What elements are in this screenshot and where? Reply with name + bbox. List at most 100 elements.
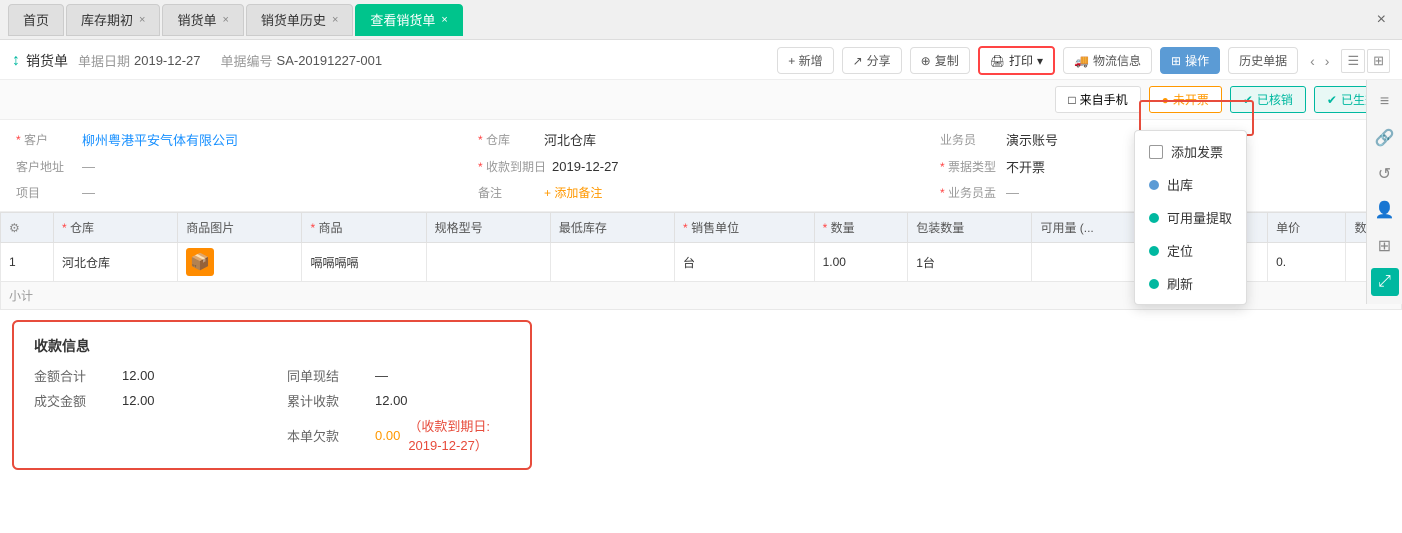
tab-close-inventory[interactable]: × — [139, 14, 145, 26]
note-field: 备注 + 添加备注 — [478, 184, 924, 201]
col-img: 商品图片 — [178, 213, 302, 243]
warehouse-value: 河北仓库 — [544, 130, 596, 149]
tab-bar: 首页 库存期初 × 销货单 × 销货单历史 × 查看销货单 × × — [0, 0, 1402, 40]
check-icon: ✔ — [1243, 93, 1253, 107]
ticket-value: 不开票 — [1006, 157, 1045, 176]
tab-home[interactable]: 首页 — [8, 4, 64, 36]
tab-sales-history[interactable]: 销货单历史 × — [246, 4, 353, 36]
doc-title-text: 销货单 — [26, 51, 68, 71]
total-received-row: 累计收款 12.00 — [287, 391, 510, 410]
sidebar-user-icon[interactable]: 👤 — [1371, 196, 1399, 224]
same-order-value: — — [375, 368, 388, 383]
col-product: 商品 — [302, 213, 426, 243]
row-qty: 1.00 — [814, 243, 908, 282]
status-bar: □ 来自手机 ● 未开票 ✔ 已核销 ✔ 已生效 — [0, 80, 1402, 120]
ops-button[interactable]: ⊞ 操作 — [1160, 47, 1220, 74]
row-warehouse: 河北仓库 — [54, 243, 178, 282]
add-note-button[interactable]: + 添加备注 — [544, 184, 602, 201]
circle-icon: ● — [1162, 93, 1169, 107]
row-product: 嗝嗝嗝嗝 — [302, 243, 426, 282]
col-settings[interactable]: ⚙ — [1, 213, 54, 243]
row-img: 📦 — [178, 243, 302, 282]
tab-view-sales[interactable]: 查看销货单 × — [355, 4, 462, 36]
col-spec: 规格型号 — [426, 213, 550, 243]
logistics-button[interactable]: 🚚 物流信息 — [1063, 47, 1152, 74]
new-button[interactable]: + 新增 — [777, 47, 833, 74]
doc-meta: 单据日期 2019-12-27 单据编号 SA-20191227-001 — [78, 51, 767, 70]
owed-row: 本单欠款 0.00 （收款到期日: 2019-12-27） — [287, 416, 510, 454]
toolbar: + 新增 ↗ 分享 ⊕ 复制 🖨 打印 ▾ 🚚 物流信息 ⊞ 操作 — [777, 46, 1390, 75]
copy-icon: ⊕ — [921, 54, 931, 68]
same-order-row: 同单现结 — — [287, 366, 510, 385]
doc-title: ↕ 销货单 — [12, 51, 68, 71]
col-pack-qty: 包装数量 — [908, 213, 1032, 243]
salesperson-value: 演示账号 — [1006, 130, 1058, 149]
payment-section: 收款信息 金额合计 12.00 同单现结 — 成交金额 12.00 累计收款 1… — [12, 320, 532, 470]
dropdown-locate[interactable]: 定位 — [1135, 234, 1246, 267]
grid-view-icon[interactable]: ⊞ — [1367, 49, 1390, 73]
row-no: 1 — [1, 243, 54, 282]
dropdown-refresh[interactable]: 刷新 — [1135, 267, 1246, 300]
payment-title: 收款信息 — [34, 336, 510, 356]
row-price: 0. — [1268, 243, 1346, 282]
dropdown-outbound[interactable]: 出库 — [1135, 168, 1246, 201]
sidebar-edit-icon[interactable]: ≡ — [1371, 88, 1399, 116]
owed-note: （收款到期日: 2019-12-27） — [408, 416, 510, 454]
sidebar-grid-icon[interactable]: ⊞ — [1371, 232, 1399, 260]
list-view-icon[interactable]: ☰ — [1341, 49, 1365, 73]
tab-close-view[interactable]: × — [441, 14, 447, 26]
col-qty: 数量 — [814, 213, 908, 243]
from-phone-button[interactable]: □ 来自手机 — [1055, 86, 1140, 113]
check2-icon: ✔ — [1327, 93, 1337, 107]
doc-date-value: 2019-12-27 — [134, 53, 201, 68]
payment-grid: 金额合计 12.00 同单现结 — 成交金额 12.00 累计收款 12.00 … — [34, 366, 510, 454]
tab-close-history[interactable]: × — [332, 14, 338, 26]
tab-inventory-init[interactable]: 库存期初 × — [66, 4, 160, 36]
product-image: 📦 — [186, 248, 214, 276]
project-value: — — [82, 185, 95, 200]
sidebar-link-icon[interactable]: 🔗 — [1371, 124, 1399, 152]
doc-icon: ↕ — [12, 52, 20, 70]
amount-row: 金额合计 12.00 — [34, 366, 257, 385]
nav-arrows: ‹ › — [1306, 51, 1333, 71]
dropdown-available-qty[interactable]: 可用量提取 — [1135, 201, 1246, 234]
sidebar-refresh-icon[interactable]: ↺ — [1371, 160, 1399, 188]
share-button[interactable]: ↗ 分享 — [842, 47, 902, 74]
col-min-stock: 最低库存 — [550, 213, 674, 243]
next-arrow[interactable]: › — [1321, 51, 1334, 71]
phone-icon: □ — [1068, 93, 1075, 107]
total-received-value: 12.00 — [375, 393, 408, 408]
checkbox-icon — [1149, 145, 1163, 159]
tab-close-sales[interactable]: × — [222, 14, 228, 26]
col-warehouse: 仓库 — [54, 213, 178, 243]
verified-button[interactable]: ✔ 已核销 — [1230, 86, 1306, 113]
main-area: ↕ 销货单 单据日期 2019-12-27 单据编号 SA-20191227-0… — [0, 40, 1402, 533]
customer-value[interactable]: 柳州粤港平安气体有限公司 — [82, 130, 238, 149]
deal-amount-row: 成交金额 12.00 — [34, 391, 257, 410]
print-button[interactable]: 🖨 打印 ▾ — [978, 46, 1055, 75]
tab-sales-order[interactable]: 销货单 × — [162, 4, 243, 36]
window-close-button[interactable]: × — [1369, 11, 1394, 29]
doc-no-value: SA-20191227-001 — [277, 53, 383, 68]
history-button[interactable]: 历史单据 — [1228, 47, 1298, 74]
sales2-value: — — [1006, 185, 1019, 200]
uninvoiced-button[interactable]: ● 未开票 — [1149, 86, 1222, 113]
print-dropdown-icon: ▾ — [1037, 54, 1043, 68]
sidebar-right: ≡ 🔗 ↺ 👤 ⊞ ⤢ — [1366, 80, 1402, 304]
print-icon: 🖨 — [990, 54, 1005, 68]
row-pack-qty: 1台 — [908, 243, 1032, 282]
row-spec — [426, 243, 550, 282]
dot-icon — [1149, 279, 1159, 289]
amount-value: 12.00 — [122, 368, 155, 383]
col-price: 单价 — [1268, 213, 1346, 243]
grid-icon: ⊞ — [1171, 54, 1181, 68]
sidebar-fullscreen-icon[interactable]: ⤢ — [1371, 268, 1399, 296]
share-icon: ↗ — [853, 54, 863, 68]
prev-arrow[interactable]: ‹ — [1306, 51, 1319, 71]
due-date-value: 2019-12-27 — [552, 159, 619, 174]
owed-value: 0.00 — [375, 428, 400, 443]
copy-button[interactable]: ⊕ 复制 — [910, 47, 970, 74]
row-min-stock — [550, 243, 674, 282]
due-date-field: 收款到期日 2019-12-27 — [478, 157, 924, 176]
dropdown-add-invoice[interactable]: 添加发票 — [1135, 135, 1246, 168]
